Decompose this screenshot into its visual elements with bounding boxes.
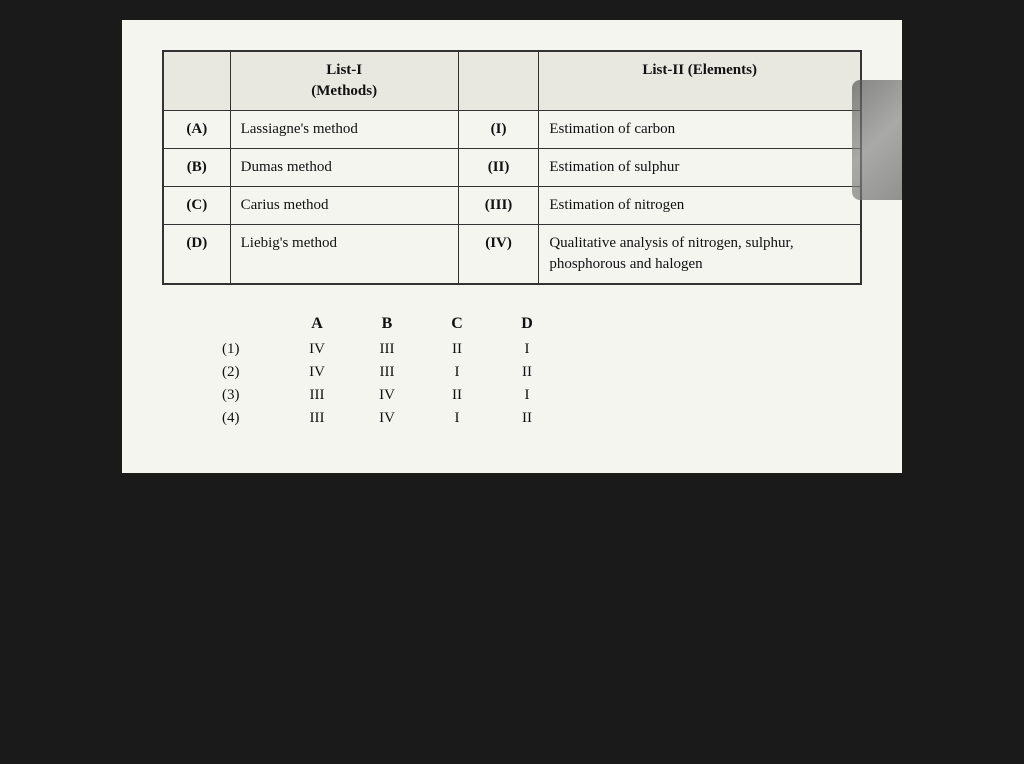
thumb-decoration [852, 80, 902, 200]
answer-a: III [282, 410, 352, 427]
answer-b: IV [352, 387, 422, 404]
table-row: (A) Lassiagne's method (I) Estimation of… [163, 111, 861, 149]
row-element: Estimation of sulphur [539, 149, 861, 187]
row-label: (D) [163, 225, 230, 285]
option-number: (3) [222, 387, 282, 404]
header-empty2 [458, 51, 539, 111]
answer-d: II [492, 364, 562, 381]
row-label: (B) [163, 149, 230, 187]
header-list2: List-II (Elements) [539, 51, 861, 111]
table-row: (C) Carius method (III) Estimation of ni… [163, 187, 861, 225]
match-table: List-I(Methods) List-II (Elements) (A) L… [162, 50, 862, 285]
row-roman: (I) [458, 111, 539, 149]
answer-d: I [492, 387, 562, 404]
answer-c: I [422, 410, 492, 427]
row-roman: (III) [458, 187, 539, 225]
option-number: (2) [222, 364, 282, 381]
answer-c: I [422, 364, 492, 381]
answer-b: III [352, 341, 422, 358]
answers-section: A B C D (1) IV III II I (2) IV III I II … [162, 315, 862, 427]
row-method: Lassiagne's method [230, 111, 458, 149]
table-row: (D) Liebig's method (IV) Qualitative ana… [163, 225, 861, 285]
col-empty [222, 315, 282, 333]
option-number: (4) [222, 410, 282, 427]
option-number: (1) [222, 341, 282, 358]
col-c-header: C [422, 315, 492, 333]
answer-d: II [492, 410, 562, 427]
answer-d: I [492, 341, 562, 358]
answer-b: IV [352, 410, 422, 427]
answer-c: II [422, 341, 492, 358]
answer-row: (4) III IV I II [222, 410, 862, 427]
col-a-header: A [282, 315, 352, 333]
row-method: Liebig's method [230, 225, 458, 285]
table-row: (B) Dumas method (II) Estimation of sulp… [163, 149, 861, 187]
row-label: (C) [163, 187, 230, 225]
row-element: Estimation of carbon [539, 111, 861, 149]
header-list1: List-I(Methods) [230, 51, 458, 111]
answer-a: IV [282, 364, 352, 381]
answer-c: II [422, 387, 492, 404]
row-roman: (IV) [458, 225, 539, 285]
page-container: List-I(Methods) List-II (Elements) (A) L… [122, 20, 902, 473]
answer-row: (3) III IV II I [222, 387, 862, 404]
answer-row: (2) IV III I II [222, 364, 862, 381]
row-element: Qualitative analysis of nitrogen, sulphu… [539, 225, 861, 285]
answer-a: III [282, 387, 352, 404]
row-label: (A) [163, 111, 230, 149]
answers-header: A B C D [222, 315, 862, 333]
row-method: Dumas method [230, 149, 458, 187]
col-b-header: B [352, 315, 422, 333]
header-empty [163, 51, 230, 111]
row-method: Carius method [230, 187, 458, 225]
col-d-header: D [492, 315, 562, 333]
answer-row: (1) IV III II I [222, 341, 862, 358]
answer-a: IV [282, 341, 352, 358]
row-roman: (II) [458, 149, 539, 187]
answer-b: III [352, 364, 422, 381]
row-element: Estimation of nitrogen [539, 187, 861, 225]
